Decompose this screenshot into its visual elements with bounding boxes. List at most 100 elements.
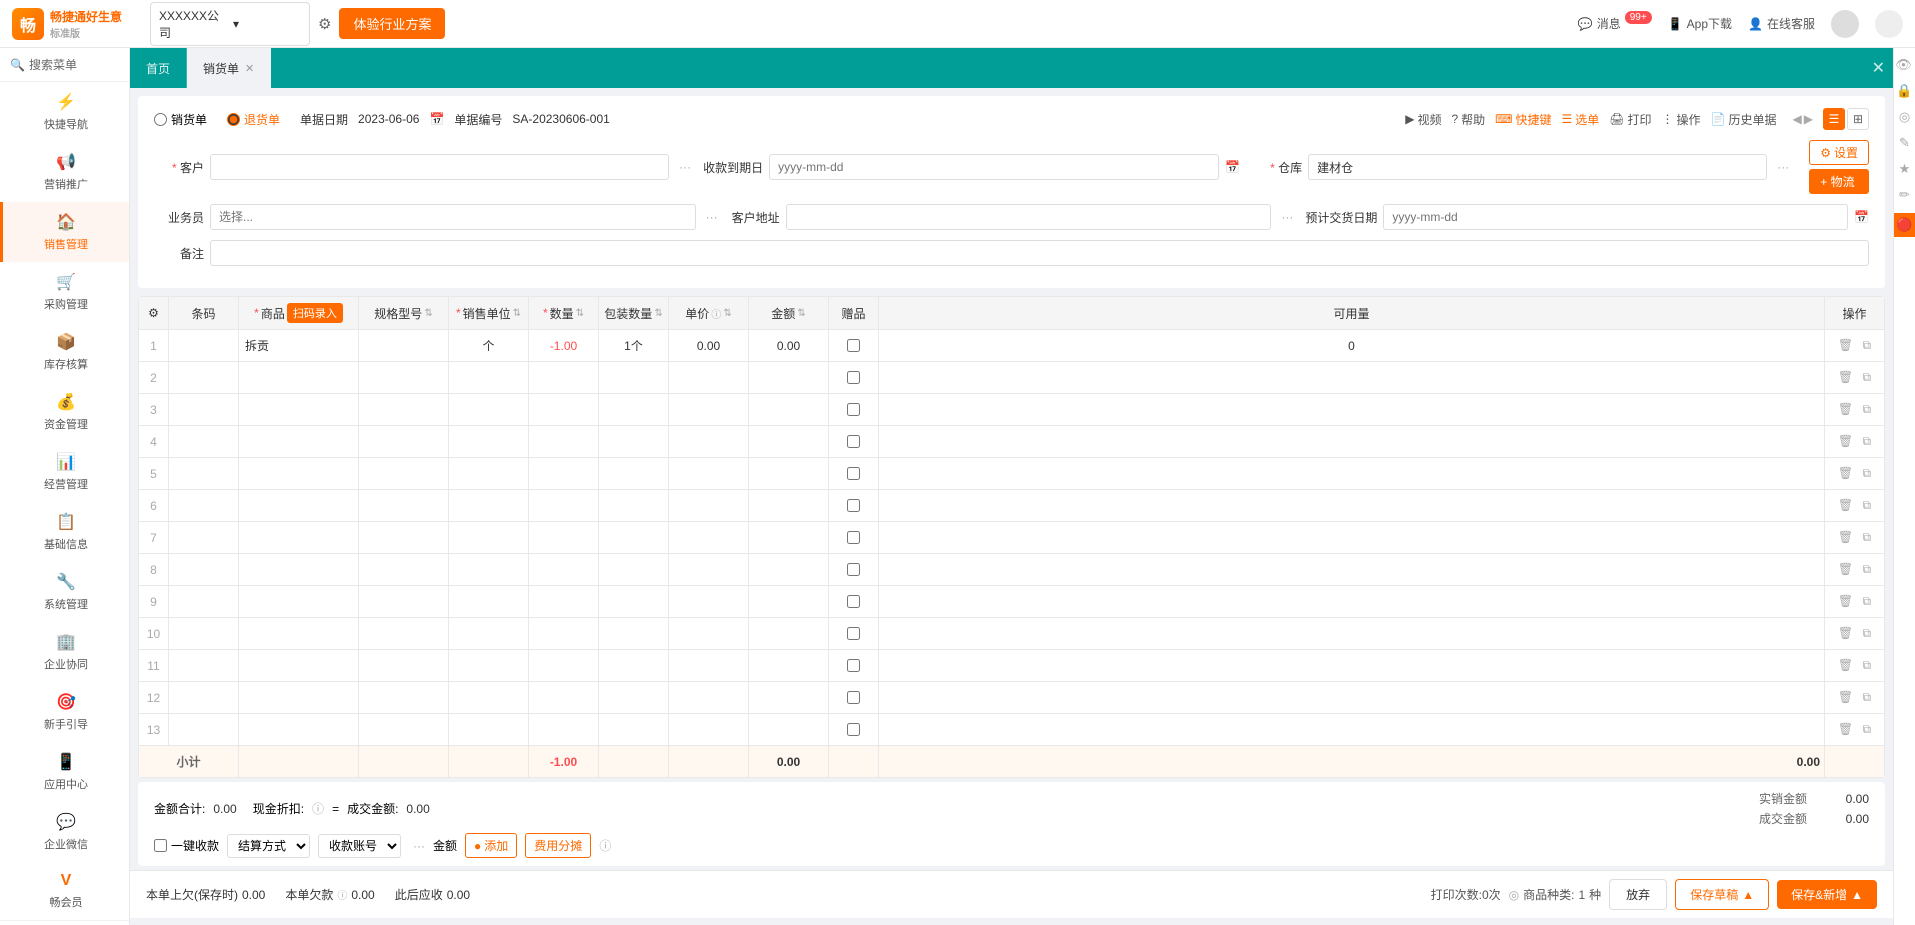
row-price-13[interactable] [669,714,749,746]
row-qty-4[interactable] [529,426,599,458]
video-btn[interactable]: ▶ 视频 [1405,111,1441,128]
product-kind-icon[interactable]: ◎ [1509,888,1519,902]
row-unit-10[interactable] [449,618,529,650]
row-spec-7[interactable] [359,522,449,554]
gift-checkbox-3[interactable] [847,403,860,416]
row-price-9[interactable] [669,586,749,618]
user-avatar2[interactable] [1875,10,1903,38]
row-amount-8[interactable] [749,554,829,586]
row-spec-2[interactable] [359,362,449,394]
row-price-4[interactable] [669,426,749,458]
calendar-icon[interactable]: 📅 [429,112,444,126]
row-pkgqty-13[interactable] [599,714,669,746]
row-spec-1[interactable] [359,330,449,362]
delete-icon-3[interactable]: 🗑 [1838,402,1853,416]
row-gift-11[interactable] [829,650,879,682]
right-panel-icon-6[interactable]: ✏ [1899,187,1910,203]
warehouse-dots[interactable]: ··· [1777,160,1789,174]
row-pkgqty-8[interactable] [599,554,669,586]
row-price-1[interactable]: 0.00 [669,330,749,362]
row-product-4[interactable] [239,426,359,458]
delete-icon-9[interactable]: 🗑 [1838,594,1853,608]
row-price-11[interactable] [669,650,749,682]
row-pkgqty-5[interactable] [599,458,669,490]
row-qty-5[interactable] [529,458,599,490]
sidebar-item-quick-nav[interactable]: ⚡ 快捷导航 [0,82,129,142]
copy-icon-7[interactable]: ⧉ [1863,530,1872,544]
one-click-pay-checkbox[interactable]: 一键收款 [154,837,219,854]
row-amount-12[interactable] [749,682,829,714]
right-panel-icon-7[interactable]: 🔴 [1894,213,1915,237]
row-pkgqty-7[interactable] [599,522,669,554]
row-unit-6[interactable] [449,490,529,522]
delete-icon-2[interactable]: 🗑 [1838,370,1853,384]
row-amount-5[interactable] [749,458,829,490]
logistics-btn[interactable]: + 物流 [1809,169,1869,194]
row-unit-4[interactable] [449,426,529,458]
row-spec-9[interactable] [359,586,449,618]
row-product-13[interactable] [239,714,359,746]
row-product-11[interactable] [239,650,359,682]
gift-checkbox-10[interactable] [847,627,860,640]
sidebar-item-wechat[interactable]: 💬 企业微信 [0,802,129,862]
row-amount-6[interactable] [749,490,829,522]
scan-button[interactable]: 扫码录入 [287,303,343,323]
gift-checkbox-1[interactable] [847,339,860,352]
row-unit-7[interactable] [449,522,529,554]
sidebar-item-sales[interactable]: 🏠 销售管理 [0,202,129,262]
right-panel-icon-1[interactable]: 👁 [1897,56,1912,73]
row-gift-5[interactable] [829,458,879,490]
search-menu[interactable]: 🔍 搜索菜单 [0,48,129,82]
row-gift-9[interactable] [829,586,879,618]
row-pkgqty-2[interactable] [599,362,669,394]
delete-icon-6[interactable]: 🗑 [1838,498,1853,512]
delete-icon-4[interactable]: 🗑 [1838,434,1853,448]
row-unit-12[interactable] [449,682,529,714]
settings-btn[interactable]: ⚙ 设置 [1809,140,1869,165]
print-btn[interactable]: 🖨 打印 [1609,111,1651,128]
delete-icon-11[interactable]: 🗑 [1838,658,1853,672]
row-unit-8[interactable] [449,554,529,586]
expense-button[interactable]: 费用分摊 [525,833,591,858]
row-price-3[interactable] [669,394,749,426]
sidebar-item-marketing[interactable]: 📢 营销推广 [0,142,129,202]
shortcut-btn[interactable]: ⌨ 快捷键 [1495,111,1551,128]
row-qty-11[interactable] [529,650,599,682]
gift-checkbox-12[interactable] [847,691,860,704]
list-view-btn[interactable]: ☰ [1823,108,1845,130]
save-new-button[interactable]: 保存&新增 ▲ [1777,880,1877,909]
row-spec-8[interactable] [359,554,449,586]
row-gift-12[interactable] [829,682,879,714]
row-amount-4[interactable] [749,426,829,458]
sidebar-item-purchase[interactable]: 🛒 采购管理 [0,262,129,322]
sidebar-item-basic[interactable]: 📋 基础信息 [0,502,129,562]
gift-checkbox-11[interactable] [847,659,860,672]
row-amount-13[interactable] [749,714,829,746]
col-gear[interactable]: ⚙ [139,297,169,330]
delivery-date-input[interactable] [1383,204,1848,230]
gift-checkbox-13[interactable] [847,723,860,736]
tab-active[interactable]: 销货单 ✕ [187,48,271,88]
tab-home[interactable]: 首页 [130,48,187,88]
warehouse-input[interactable]: 建材仓 [1308,154,1767,180]
row-qty-7[interactable] [529,522,599,554]
copy-icon-4[interactable]: ⧉ [1863,434,1872,448]
settings-icon[interactable]: ⚙ [318,15,331,33]
history-btn[interactable]: 📄 历史单据 [1711,111,1777,128]
row-product-5[interactable] [239,458,359,490]
row-spec-3[interactable] [359,394,449,426]
account-dots[interactable]: ··· [413,839,425,853]
customer-input[interactable] [210,154,669,180]
copy-icon-12[interactable]: ⧉ [1863,690,1872,704]
row-spec-11[interactable] [359,650,449,682]
row-product-1[interactable]: 拆贡 [239,330,359,362]
row-pkgqty-12[interactable] [599,682,669,714]
row-gift-8[interactable] [829,554,879,586]
sidebar-item-operations[interactable]: 📊 经营管理 [0,442,129,502]
row-spec-12[interactable] [359,682,449,714]
customer-address-input[interactable] [786,204,1272,230]
row-spec-10[interactable] [359,618,449,650]
gift-checkbox-6[interactable] [847,499,860,512]
trial-button[interactable]: 体验行业方案 [339,8,445,39]
delete-icon-13[interactable]: 🗑 [1838,722,1853,736]
